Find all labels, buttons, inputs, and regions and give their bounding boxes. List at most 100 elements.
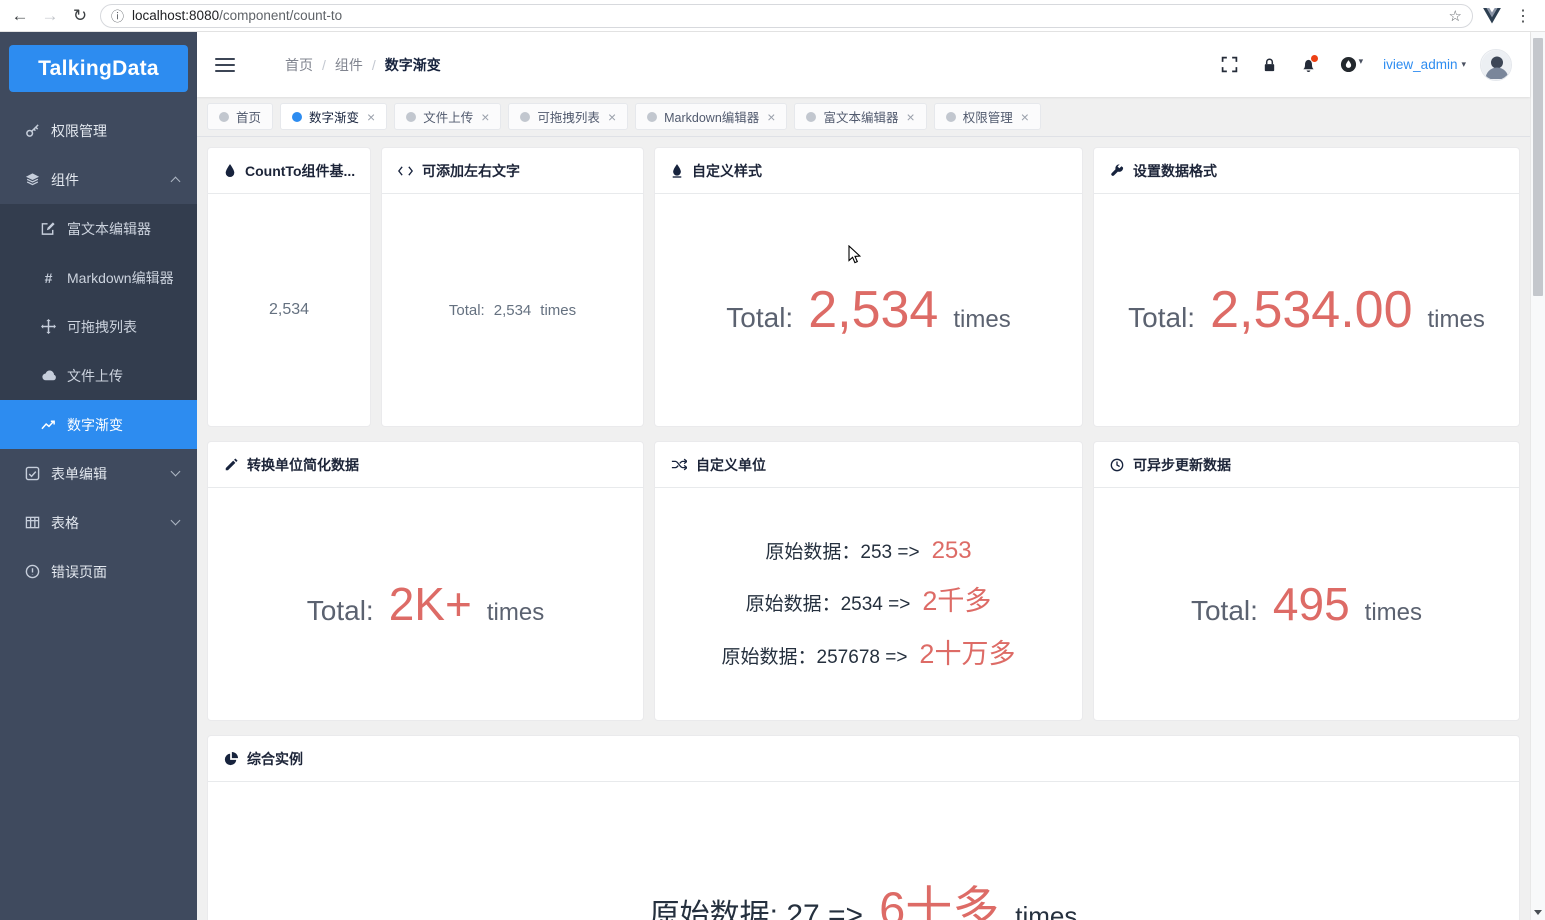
scrollbar-down-arrow[interactable] <box>1531 904 1545 920</box>
breadcrumb-home[interactable]: 首页 <box>285 55 313 75</box>
tab-label: 数字渐变 <box>309 111 360 125</box>
notification-badge <box>1310 54 1318 62</box>
sidebar-item-count-to[interactable]: 数字渐变 <box>0 400 197 449</box>
card-header: 可异步更新数据 <box>1094 442 1519 488</box>
chevron-down-icon <box>170 466 181 477</box>
sidebar-item-components[interactable]: 组件 <box>0 155 197 204</box>
count-value: 253 <box>931 537 972 564</box>
app-logo[interactable]: TalkingData <box>9 45 188 92</box>
wrench-icon <box>1110 163 1124 178</box>
tab-label: 首页 <box>236 111 262 125</box>
sidebar-item-label: 组件 <box>51 171 79 188</box>
tab-dot-icon <box>219 111 229 122</box>
user-dropdown[interactable]: iview_admin ▾ <box>1383 57 1466 72</box>
raw-data-label: 原始数据：253 => <box>765 542 920 563</box>
count-prefix: Total: <box>1190 595 1258 626</box>
tab-dot-icon <box>806 111 817 122</box>
fullscreen-icon[interactable] <box>1221 56 1238 73</box>
count-value: 2,534 <box>493 301 532 319</box>
pencil-icon <box>224 457 238 472</box>
tab-home[interactable]: 首页 <box>207 103 274 130</box>
address-bar[interactable]: ⓘ localhost:8080/component/count-to ☆ <box>100 3 1473 28</box>
card-title: 综合实例 <box>247 750 303 767</box>
tab-close-icon[interactable]: × <box>1021 110 1029 124</box>
tab-file-upload[interactable]: 文件上传 × <box>394 103 502 130</box>
sidebar-item-label: 文件上传 <box>67 367 123 384</box>
tab-count-to[interactable]: 数字渐变 × <box>280 103 388 130</box>
page-content: CountTo组件基... 2,534 可添加左右文字 Total: 2,534… <box>197 137 1530 920</box>
card-header: 自定义样式 <box>655 148 1082 194</box>
sidebar: TalkingData 权限管理 组件 富文本编辑器 # Markdown编辑器… <box>0 32 197 920</box>
bookmark-star-icon[interactable]: ☆ <box>1449 7 1462 25</box>
raw-data-label: 原始数据：257678 => <box>721 647 908 668</box>
raw-data-label: 原始数据: 27 => <box>649 899 864 920</box>
theme-switcher-icon[interactable]: ▾ <box>1340 56 1364 73</box>
pie-chart-icon <box>224 751 238 766</box>
tab-permissions[interactable]: 权限管理 × <box>933 103 1041 130</box>
card-header: 可添加左右文字 <box>382 148 643 194</box>
count-suffix: times <box>1427 306 1485 333</box>
browser-menu-icon[interactable]: ⋮ <box>1511 6 1535 26</box>
breadcrumb-components[interactable]: 组件 <box>335 55 363 75</box>
layers-icon <box>24 172 41 187</box>
sidebar-item-label: 表单编辑 <box>51 465 107 482</box>
chevron-down-icon: ▾ <box>1358 56 1364 66</box>
lock-icon[interactable] <box>1262 57 1277 73</box>
top-header: 首页 / 组件 / 数字渐变 ▾ iview_admin ▾ <box>197 32 1530 97</box>
tab-close-icon[interactable]: × <box>608 110 616 124</box>
tab-draggable-list[interactable]: 可拖拽列表 × <box>508 103 629 130</box>
tab-label: 富文本编辑器 <box>823 111 899 125</box>
notification-bell-icon[interactable] <box>1301 54 1318 73</box>
tab-close-icon[interactable]: × <box>907 110 915 124</box>
sidebar-toggle-icon[interactable] <box>215 57 235 72</box>
count-value: 2,534.00 <box>1210 281 1413 339</box>
card-custom-unit: 自定义单位 原始数据：253 => 253 原始数据：2534 => 2千多 原… <box>654 441 1083 721</box>
scrollbar-thumb[interactable] <box>1533 38 1543 296</box>
tab-richtext-editor[interactable]: 富文本编辑器 × <box>794 103 927 130</box>
sidebar-item-markdown-editor[interactable]: # Markdown编辑器 <box>0 253 197 302</box>
form-icon <box>24 466 41 481</box>
count-prefix: Total: <box>1128 302 1196 333</box>
vue-devtools-icon[interactable] <box>1483 7 1501 24</box>
card-header: 设置数据格式 <box>1094 148 1519 194</box>
count-prefix: Total: <box>448 301 485 319</box>
tab-label: Markdown编辑器 <box>664 111 760 125</box>
tab-close-icon[interactable]: × <box>481 110 489 124</box>
sidebar-item-error-page[interactable]: 错误页面 <box>0 547 197 596</box>
card-title: 自定义样式 <box>692 162 762 179</box>
browser-chrome: ← → ↻ ⓘ localhost:8080/component/count-t… <box>0 0 1545 32</box>
sidebar-item-form-editor[interactable]: 表单编辑 <box>0 449 197 498</box>
count-value: 2十万多 <box>919 639 1016 669</box>
browser-reload-icon[interactable]: ↻ <box>70 6 90 26</box>
avatar[interactable] <box>1480 48 1512 81</box>
sidebar-item-richtext-editor[interactable]: 富文本编辑器 <box>0 204 197 253</box>
trending-up-icon <box>40 417 57 432</box>
card-header: 综合实例 <box>208 736 1519 782</box>
tab-dot-icon <box>945 111 956 122</box>
key-icon <box>24 123 41 138</box>
tab-markdown-editor[interactable]: Markdown编辑器 × <box>635 103 788 130</box>
card-simplify-unit: 转换单位简化数据 Total: 2K+ times <box>207 441 644 721</box>
card-header: 自定义单位 <box>655 442 1082 488</box>
count-suffix: times <box>1364 599 1423 626</box>
cloud-upload-icon <box>40 369 57 383</box>
page-scrollbar[interactable] <box>1530 32 1545 920</box>
browser-back-icon[interactable]: ← <box>10 6 30 26</box>
unit-example-row: 原始数据：2534 => 2千多 <box>746 579 992 618</box>
sidebar-item-draggable-list[interactable]: 可拖拽列表 <box>0 302 197 351</box>
browser-forward-icon[interactable]: → <box>40 6 60 26</box>
card-number-format: 设置数据格式 Total: 2,534.00 times <box>1093 147 1520 427</box>
sidebar-item-permissions[interactable]: 权限管理 <box>0 106 197 155</box>
card-title: 可异步更新数据 <box>1133 456 1231 473</box>
site-info-icon[interactable]: ⓘ <box>111 6 124 25</box>
count-value: 2,534 <box>268 301 310 318</box>
waterdrop-icon <box>224 163 236 178</box>
tab-close-icon[interactable]: × <box>767 110 775 124</box>
count-suffix: times <box>953 306 1011 333</box>
tab-close-icon[interactable]: × <box>367 110 375 124</box>
sidebar-item-file-upload[interactable]: 文件上传 <box>0 351 197 400</box>
sidebar-item-table[interactable]: 表格 <box>0 498 197 547</box>
sidebar-item-label: 错误页面 <box>51 563 107 580</box>
sidebar-item-label: 权限管理 <box>51 122 107 139</box>
tab-dot-icon <box>406 111 417 122</box>
